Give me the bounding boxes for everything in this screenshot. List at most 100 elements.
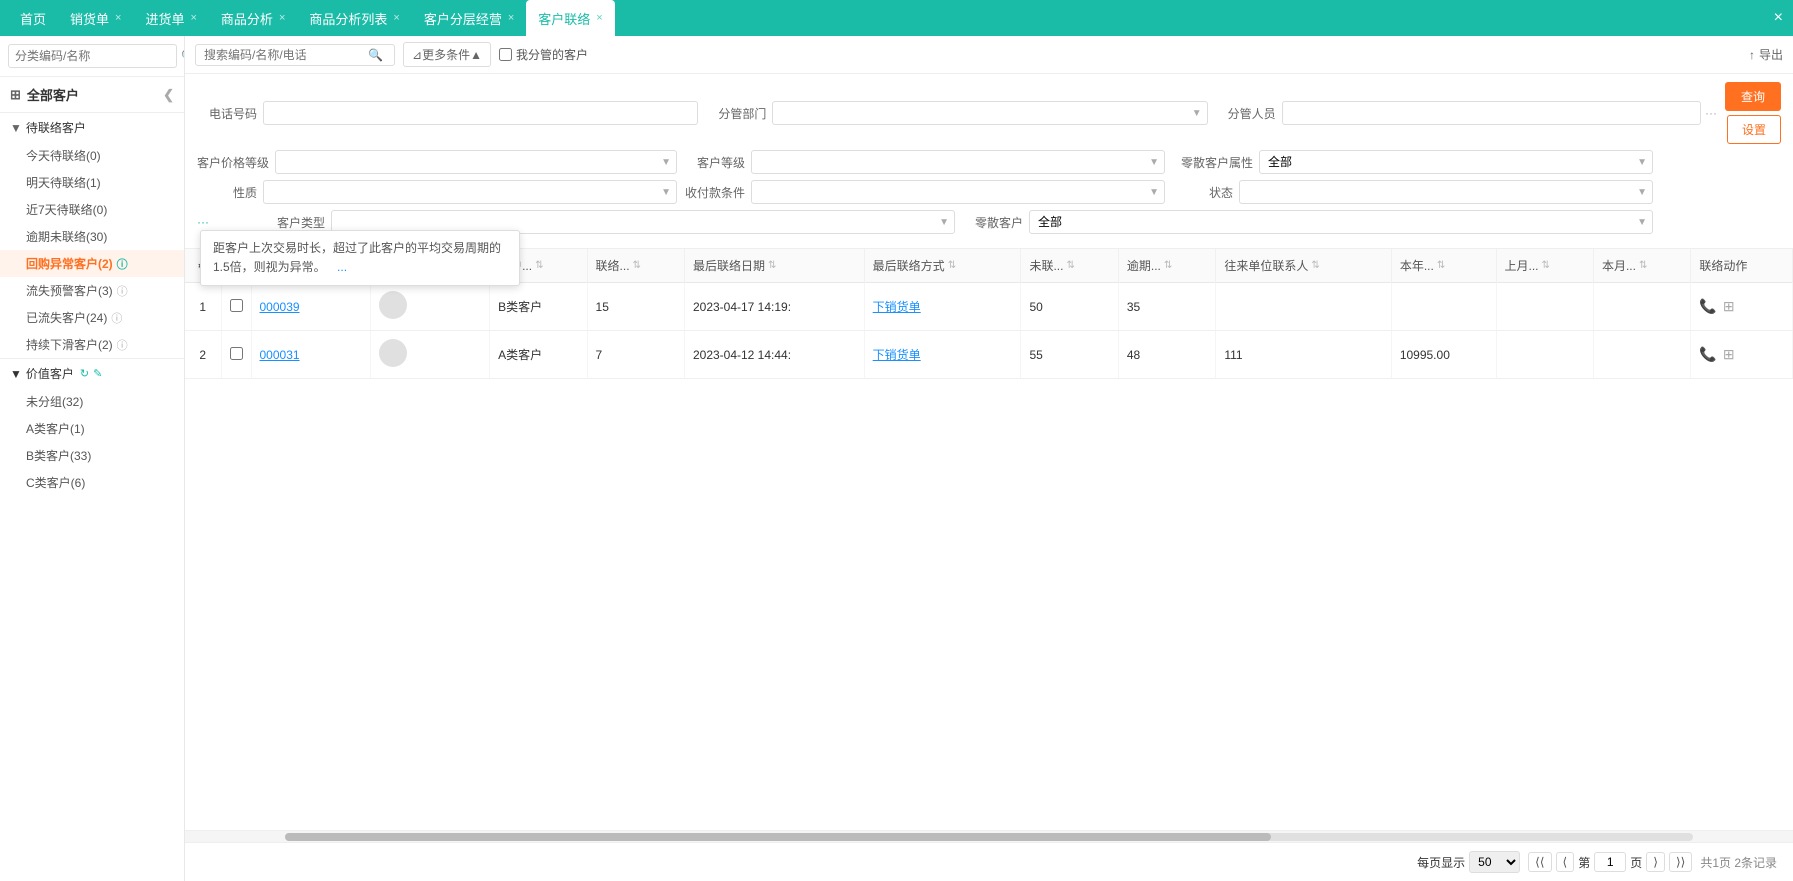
row2-grid-icon[interactable]: ⊞ — [1723, 346, 1735, 363]
col-last-month[interactable]: 上月... ⇅ — [1496, 249, 1593, 283]
row2-contacts: 111 — [1216, 331, 1392, 379]
my-customers-checkbox-label[interactable]: 我分管的客户 — [499, 46, 588, 63]
main-search-icon[interactable]: 🔍 — [368, 48, 383, 62]
sort-type-icon: ⇅ — [535, 260, 543, 271]
col-contacts[interactable]: 往来单位联系人 ⇅ — [1216, 249, 1392, 283]
nav-product-analysis-list[interactable]: 商品分析列表 × — [297, 0, 411, 36]
status-select[interactable] — [1239, 180, 1653, 204]
close-all-tabs-button[interactable]: × — [1774, 9, 1783, 27]
nature-select[interactable] — [263, 180, 677, 204]
query-button[interactable]: 查询 — [1725, 82, 1781, 111]
row1-checkbox-input[interactable] — [230, 299, 243, 312]
row2-checkbox-input[interactable] — [230, 347, 243, 360]
col-this-month[interactable]: 本月... ⇅ — [1593, 249, 1690, 283]
col-contact-count[interactable]: 联络... ⇅ — [587, 249, 684, 283]
dept-select[interactable] — [772, 101, 1207, 125]
close-product-analysis-list-icon[interactable]: × — [393, 12, 399, 24]
tree-group-pending-label[interactable]: ▼ 待联络客户 — [0, 113, 184, 142]
row1-contact-count: 15 — [587, 283, 684, 331]
sidebar-item-a-class[interactable]: A类客户(1) — [0, 415, 184, 442]
nav-product-analysis[interactable]: 商品分析 × — [209, 0, 297, 36]
row2-last-method[interactable]: 下销货单 — [864, 331, 1021, 379]
close-purchase-order-icon[interactable]: × — [190, 12, 196, 24]
row1-code[interactable]: 000039 — [251, 283, 370, 331]
row1-name[interactable] — [370, 283, 489, 331]
next-page-button[interactable]: ⟩ — [1646, 852, 1665, 872]
filter-scatter-attr: 零散客户属性 全部 ▼ — [1173, 150, 1653, 174]
sidebar-item-repurchase-abnormal[interactable]: 回购异常客户(2) ⓘ — [0, 250, 184, 277]
first-page-button[interactable]: ⟨⟨ — [1528, 852, 1551, 872]
last-page-button[interactable]: ⟩⟩ — [1669, 852, 1692, 872]
sidebar-item-ungrouped[interactable]: 未分组(32) — [0, 388, 184, 415]
col-this-year[interactable]: 本年... ⇅ — [1391, 249, 1496, 283]
more-filters-link[interactable]: ··· — [197, 215, 209, 229]
row1-grid-icon[interactable]: ⊞ — [1723, 298, 1735, 315]
row2-name[interactable] — [370, 331, 489, 379]
sidebar-item-b-class[interactable]: B类客户(33) — [0, 442, 184, 469]
page-number-input[interactable] — [1594, 852, 1626, 872]
edit-icon[interactable]: ✎ — [93, 367, 102, 380]
sidebar-item-c-class[interactable]: C类客户(6) — [0, 469, 184, 496]
nav-home[interactable]: 首页 — [8, 0, 58, 36]
row2-code[interactable]: 000031 — [251, 331, 370, 379]
row1-checkbox — [221, 283, 251, 331]
refresh-icon[interactable]: ↻ — [80, 367, 89, 380]
sort-uncontacted-icon: ⇅ — [1066, 260, 1074, 271]
manager-more-icon[interactable]: ··· — [1705, 106, 1717, 120]
price-level-select[interactable] — [275, 150, 677, 174]
nav-purchase-order[interactable]: 进货单 × — [133, 0, 208, 36]
payment-select[interactable] — [751, 180, 1165, 204]
prev-page-button[interactable]: ⟨ — [1556, 852, 1575, 872]
sidebar-item-7days[interactable]: 近7天待联络(0) — [0, 196, 184, 223]
row1-this-month — [1593, 283, 1690, 331]
value-customers-section[interactable]: ▼ 价值客户 ↻ ✎ — [0, 358, 184, 388]
customer-level-select[interactable] — [751, 150, 1165, 174]
export-button[interactable]: ↑ 导出 — [1749, 46, 1783, 63]
my-customers-checkbox[interactable] — [499, 48, 512, 61]
sidebar-search-input[interactable] — [8, 44, 177, 68]
action-buttons: 查询 设置 — [1725, 82, 1781, 144]
nature-wrapper: ▼ — [263, 180, 677, 204]
per-page-select[interactable]: 50 100 200 — [1469, 851, 1520, 873]
scatter-attr-select[interactable]: 全部 — [1259, 150, 1653, 174]
advanced-filter: 电话号码 分管部门 ▼ 分管人员 ··· — [185, 74, 1793, 249]
scrollbar-thumb[interactable] — [285, 833, 1271, 841]
close-product-analysis-icon[interactable]: × — [279, 12, 285, 24]
row1-contact-icon[interactable]: 📞 — [1699, 298, 1716, 315]
col-uncontacted[interactable]: 未联... ⇅ — [1021, 249, 1118, 283]
sidebar-item-declining[interactable]: 持续下滑客户(2) ⓘ — [0, 331, 184, 358]
sidebar-item-churn-warning[interactable]: 流失预警客户(3) ⓘ — [0, 277, 184, 304]
tooltip-box: 距客户上次交易时长，超过了此客户的平均交易周期的1.5倍，则视为异常。 ... — [200, 230, 520, 286]
manager-input[interactable] — [1282, 101, 1701, 125]
col-overdue[interactable]: 逾期... ⇅ — [1118, 249, 1215, 283]
nav-customer-tier[interactable]: 客户分层经营 × — [412, 0, 526, 36]
chevron-up-icon: ▲ — [470, 48, 482, 62]
row1-last-method[interactable]: 下销货单 — [864, 283, 1021, 331]
col-last-date[interactable]: 最后联络日期 ⇅ — [684, 249, 864, 283]
sidebar-item-overdue[interactable]: 逾期未联络(30) — [0, 223, 184, 250]
sidebar-collapse-button[interactable]: ❮ — [163, 87, 174, 103]
sidebar-item-tomorrow[interactable]: 明天待联络(1) — [0, 169, 184, 196]
phone-input[interactable] — [263, 101, 698, 125]
more-conditions-button[interactable]: ⊿ 更多条件 ▲ — [403, 42, 491, 67]
col-last-method[interactable]: 最后联络方式 ⇅ — [864, 249, 1021, 283]
sidebar-item-today[interactable]: 今天待联络(0) — [0, 142, 184, 169]
close-sales-order-icon[interactable]: × — [115, 12, 121, 24]
nav-customer-contact[interactable]: 客户联络 × — [526, 0, 614, 36]
settings-button[interactable]: 设置 — [1727, 115, 1781, 144]
close-customer-tier-icon[interactable]: × — [508, 12, 514, 24]
tooltip-more-link[interactable]: ... — [337, 260, 347, 274]
status-wrapper: ▼ — [1239, 180, 1653, 204]
sidebar-tree: ▼ 待联络客户 今天待联络(0) 明天待联络(1) 近7天待联络(0) 逾期未联… — [0, 113, 184, 881]
nav-sales-order[interactable]: 销货单 × — [58, 0, 133, 36]
filter-row-2: 客户价格等级 ▼ 客户等级 ▼ 零散客户属性 — [197, 150, 1781, 174]
row2-contact-icon[interactable]: 📞 — [1699, 346, 1716, 363]
row1-overdue: 35 — [1118, 283, 1215, 331]
row2-index: 2 — [185, 331, 221, 379]
close-customer-contact-icon[interactable]: × — [596, 12, 602, 24]
sidebar-item-churned[interactable]: 已流失客户(24) ⓘ — [0, 304, 184, 331]
horizontal-scrollbar[interactable] — [185, 830, 1793, 842]
main-search-input[interactable] — [204, 48, 364, 62]
tree-group-pending: ▼ 待联络客户 今天待联络(0) 明天待联络(1) 近7天待联络(0) 逾期未联… — [0, 113, 184, 250]
scatter-customer-select[interactable]: 全部 — [1029, 210, 1653, 234]
